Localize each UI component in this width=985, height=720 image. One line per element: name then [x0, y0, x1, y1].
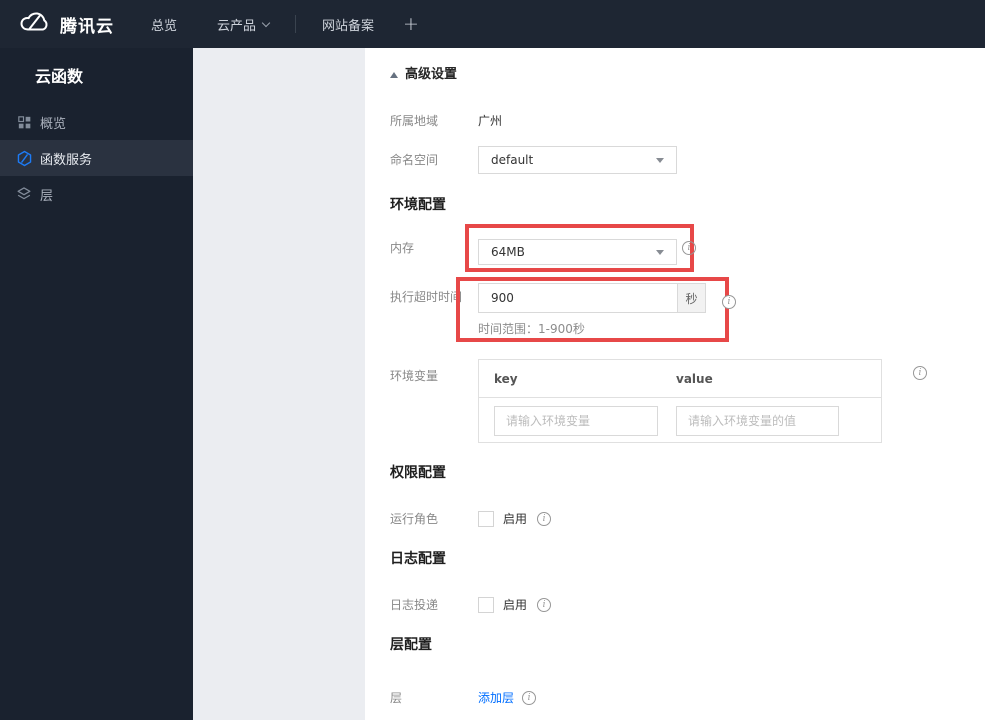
- memory-info-icon[interactable]: i: [682, 241, 696, 255]
- brand-name: 腾讯云: [60, 16, 114, 37]
- layer-row: 层 添加层 i: [390, 689, 985, 706]
- grid-icon: [15, 113, 33, 131]
- log-delivery-info-icon[interactable]: i: [537, 597, 552, 612]
- timeout-unit-addon: 秒: [678, 283, 706, 313]
- layer-label: 层: [390, 690, 403, 705]
- sidebar-item-layers[interactable]: 层: [0, 176, 193, 212]
- section-log-config: 日志配置: [390, 551, 446, 567]
- layer-info-icon[interactable]: i: [522, 690, 537, 705]
- timeout-input[interactable]: [478, 283, 678, 313]
- env-value-input[interactable]: [676, 406, 839, 436]
- nav-item-cloud-products[interactable]: 云产品: [217, 15, 271, 34]
- cloud-logo-icon: [18, 10, 51, 38]
- memory-highlight-box: 64MB: [465, 224, 694, 272]
- namespace-label: 命名空间: [390, 153, 439, 167]
- secondary-panel: [193, 48, 365, 720]
- caret-down-icon: [656, 157, 664, 163]
- add-layer-link[interactable]: 添加层: [478, 689, 514, 706]
- region-value: 广州: [478, 114, 503, 128]
- sidebar-menu: 概览 函数服务 层: [0, 104, 193, 212]
- advanced-settings-toggle[interactable]: 高级设置: [390, 67, 985, 82]
- sidebar-item-label: 概览: [40, 116, 67, 132]
- log-delivery-row: 日志投递 启用 i: [390, 596, 985, 613]
- namespace-row: 命名空间 default: [390, 146, 985, 174]
- chevron-down-icon: [261, 18, 271, 27]
- run-role-label: 运行角色: [390, 511, 439, 526]
- memory-select[interactable]: 64MB: [478, 239, 677, 265]
- namespace-select[interactable]: default: [478, 146, 677, 174]
- nav-item-overview[interactable]: 总览: [151, 15, 177, 34]
- run-role-enable-label: 启用: [503, 512, 528, 526]
- function-icon: [15, 149, 33, 167]
- env-key-input[interactable]: [494, 406, 658, 436]
- env-vars-table: key value: [478, 359, 882, 443]
- region-label: 所属地域: [390, 113, 439, 128]
- nav-add-button[interactable]: +: [403, 13, 419, 35]
- memory-selected-value: 64MB: [491, 245, 525, 259]
- sidebar-item-function-service[interactable]: 函数服务: [0, 140, 193, 176]
- section-env-config: 环境配置: [390, 197, 446, 213]
- run-role-info-icon[interactable]: i: [537, 511, 552, 526]
- layers-icon: [15, 185, 33, 203]
- log-delivery-label: 日志投递: [390, 597, 439, 612]
- nav-divider: [295, 15, 297, 33]
- env-key-column-header: key: [494, 372, 518, 386]
- env-vars-table-header: key value: [479, 360, 881, 398]
- nav-item-website-filing[interactable]: 网站备案: [322, 15, 374, 34]
- env-vars-table-row: [479, 398, 881, 442]
- section-layer-config: 层配置: [390, 637, 432, 653]
- memory-row: 内存 64MB i: [390, 224, 985, 272]
- sidebar-product-title: 云函数: [35, 67, 84, 86]
- sidebar-item-label: 函数服务: [40, 152, 93, 168]
- settings-form: 高级设置 所属地域 广州 命名空间 default 环境配置 内存 64MB i…: [365, 48, 985, 720]
- caret-down-icon: [656, 249, 664, 255]
- top-navbar: 腾讯云 总览 云产品 网站备案 +: [0, 0, 985, 48]
- region-row: 所属地域 广州: [390, 112, 985, 129]
- run-role-checkbox[interactable]: [478, 510, 494, 527]
- env-vars-row: 环境变量 key value i: [390, 359, 985, 443]
- timeout-info-icon[interactable]: i: [722, 295, 736, 309]
- timeout-input-group: 秒: [478, 283, 706, 313]
- namespace-selected-value: default: [491, 153, 534, 167]
- run-role-row: 运行角色 启用 i: [390, 510, 985, 527]
- timeout-row: 执行超时时间 秒 时间范围：1-900秒 i: [390, 277, 985, 342]
- section-perm-config: 权限配置: [390, 465, 446, 481]
- env-value-column-header: value: [676, 372, 713, 386]
- env-vars-label: 环境变量: [390, 369, 439, 383]
- collapse-arrow-icon: [390, 71, 398, 78]
- env-vars-info-icon[interactable]: i: [913, 366, 927, 380]
- log-delivery-enable-label: 启用: [503, 598, 528, 612]
- advanced-settings-label: 高级设置: [405, 67, 458, 82]
- timeout-hint: 时间范围：1-900秒: [478, 322, 585, 336]
- sidebar-item-label: 层: [40, 188, 54, 204]
- sidebar-item-overview[interactable]: 概览: [0, 104, 193, 140]
- sidebar: 云函数 概览 函数服务 层: [0, 48, 193, 720]
- timeout-highlight-box: 秒 时间范围：1-900秒 i: [456, 277, 736, 342]
- tencent-cloud-logo[interactable]: 腾讯云: [18, 10, 114, 38]
- log-delivery-checkbox[interactable]: [478, 596, 494, 613]
